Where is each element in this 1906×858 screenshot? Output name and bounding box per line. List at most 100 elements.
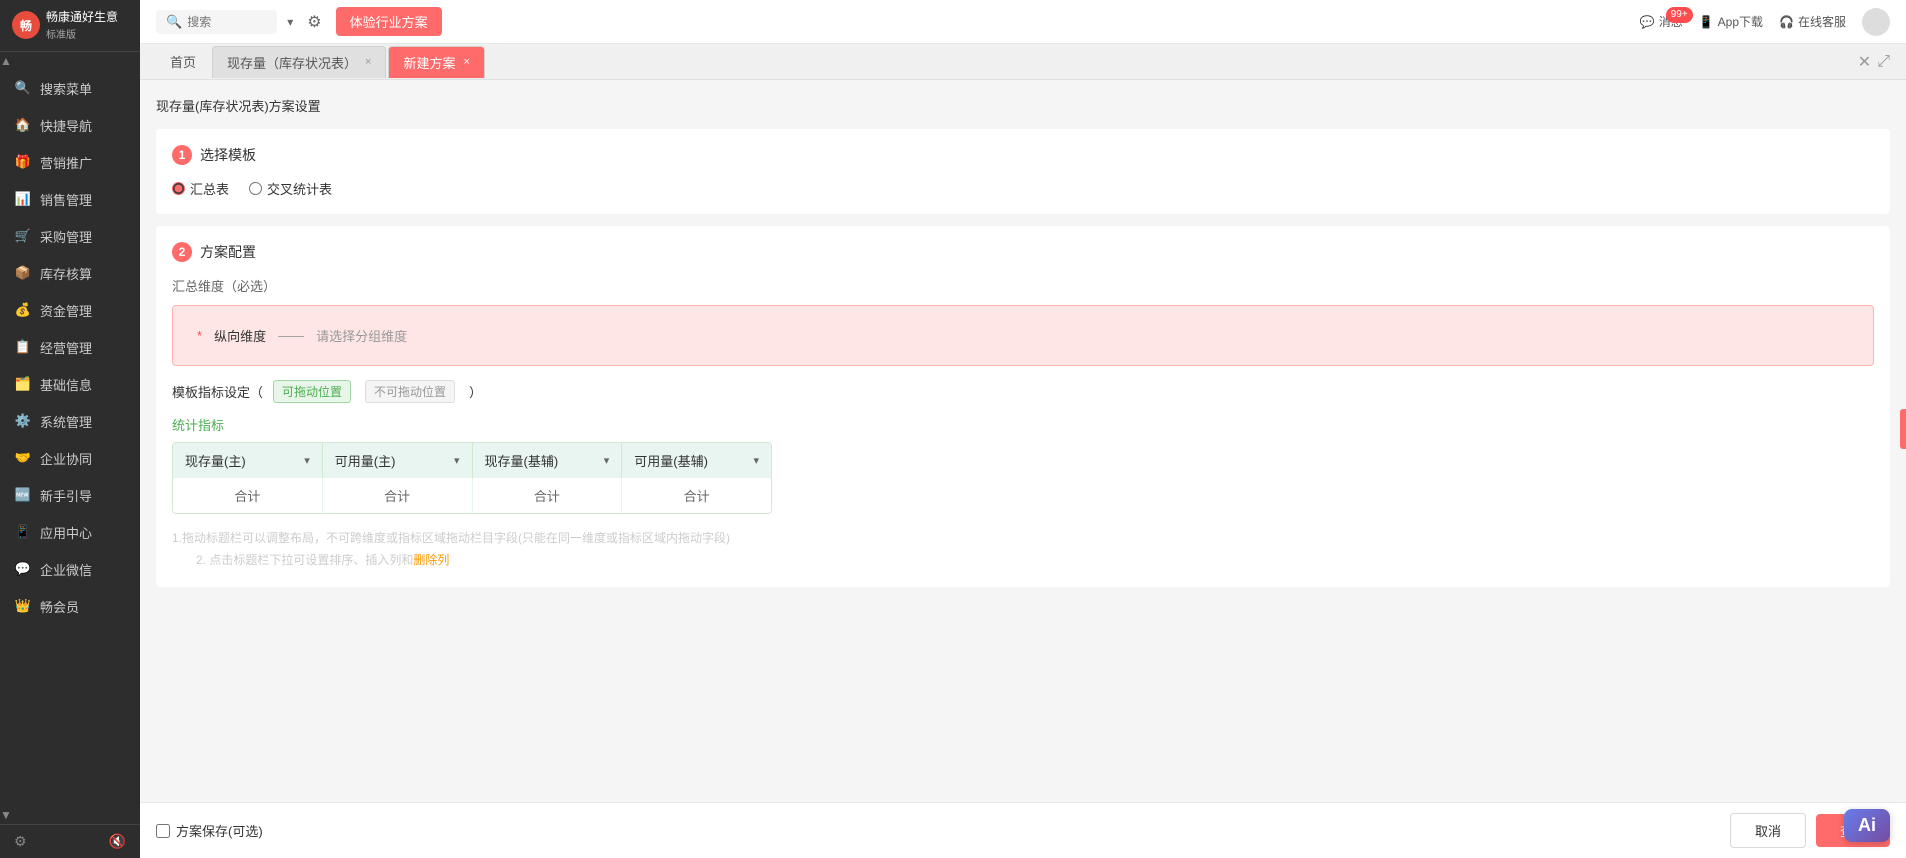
sidebar-scroll-up[interactable]: ▲ [0,52,140,70]
sidebar-item-inventory[interactable]: 📦 库存核算 [0,255,140,292]
message-badge: 99+ [1666,7,1693,23]
indicator-settings: 模板指标设定（ 可拖动位置 不可拖动位置 ） [172,380,1874,403]
section2-header: 2 方案配置 [172,242,1874,262]
sidebar-item-finance[interactable]: 💰 资金管理 [0,292,140,329]
tab-inventory-close[interactable]: × [365,56,371,68]
tab-close-all-icon[interactable]: ✕ [1858,52,1871,72]
section2-number: 2 [172,242,192,262]
stats-col-3-label: 可用量(基辅) [634,451,708,470]
topbar-settings-icon[interactable]: ⚙ [307,12,321,32]
stats-col-3[interactable]: 可用量(基辅) ▾ [622,443,771,478]
sidebar-item-quick-nav[interactable]: 🏠 快捷导航 [0,107,140,144]
sidebar-item-label: 销售管理 [40,190,92,209]
radio-summary-input[interactable] [172,182,185,195]
dimension-dash: —— [278,328,304,343]
sidebar-item-label: 经营管理 [40,338,92,357]
radio-cross-label: 交叉统计表 [267,179,332,198]
sidebar-item-label: 搜索菜单 [40,79,92,98]
sidebar-item-app-center[interactable]: 📱 应用中心 [0,514,140,551]
sidebar-item-search-menu[interactable]: 🔍 搜索菜单 [0,70,140,107]
tab-home[interactable]: 首页 [156,46,210,77]
bottom-bar: 方案保存(可选) 取消 查询 [140,802,1906,858]
message-icon: 💬 [1640,15,1655,29]
sidebar-item-label: 营销推广 [40,153,92,172]
stats-col-2[interactable]: 现存量(基辅) ▾ [473,443,623,478]
sidebar-item-membership[interactable]: 👑 畅会员 [0,588,140,625]
online-service-label: 在线客服 [1798,13,1846,30]
cancel-button[interactable]: 取消 [1730,813,1806,848]
search-menu-icon: 🔍 [14,79,32,97]
trial-button[interactable]: 体验行业方案 [336,7,442,36]
required-mark: * [197,328,202,343]
radio-cross[interactable]: 交叉统计表 [249,179,332,198]
topbar-dropdown[interactable]: ▾ [287,15,293,29]
topbar: 🔍 ▾ ⚙ 体验行业方案 💬 消息 99+ 📱 App下载 🎧 在线客服 [140,0,1906,44]
col-2-arrow: ▾ [604,454,610,467]
stats-cell-0: 合计 [173,478,323,513]
radio-cross-input[interactable] [249,182,262,195]
aggregate-label: 汇总维度（必选） [172,276,1874,295]
online-service-button[interactable]: 🎧 在线客服 [1779,13,1846,30]
ai-badge[interactable]: Ai [1844,809,1890,842]
sales-icon: 📊 [14,190,32,208]
marketing-icon: 🎁 [14,153,32,171]
sidebar-bottom: ⚙ 🔇 [0,824,140,858]
download-icon: 📱 [1699,15,1714,29]
app-download-label: App下载 [1718,13,1763,30]
stats-cell-2: 合计 [473,478,623,513]
tip2-text: 2. 点击标题栏下拉可设置排序、插入列和 [172,553,413,567]
sidebar-mute-icon[interactable]: 🔇 [109,833,126,850]
tab-new-plan-close[interactable]: × [463,56,469,68]
sidebar-item-label: 企业协同 [40,449,92,468]
sidebar-item-label: 新手引导 [40,486,92,505]
resize-handle[interactable] [1900,409,1906,449]
content-area: 现存量(库存状况表)方案设置 1 选择模板 汇总表 交叉统计表 2 [140,80,1906,802]
sidebar-item-purchase[interactable]: 🛒 采购管理 [0,218,140,255]
tip2: 2. 点击标题栏下拉可设置排序、插入列和删除列 [172,550,1874,572]
tabbar: 首页 现存量（库存状况表） × 新建方案 × ✕ ⤢ [140,44,1906,80]
stats-col-1[interactable]: 可用量(主) ▾ [323,443,473,478]
tab-inventory-status[interactable]: 现存量（库存状况表） × [212,46,386,78]
col-0-arrow: ▾ [304,454,310,467]
sidebar-item-label: 采购管理 [40,227,92,246]
sidebar-item-basic-info[interactable]: 🗂️ 基础信息 [0,366,140,403]
sidebar-nav: 🔍 搜索菜单 🏠 快捷导航 🎁 营销推广 📊 销售管理 🛒 采购管理 📦 库存核… [0,70,140,806]
sidebar-item-sales[interactable]: 📊 销售管理 [0,181,140,218]
sidebar-settings-icon[interactable]: ⚙ [14,833,27,850]
stats-cell-3: 合计 [622,478,771,513]
dimension-box[interactable]: * 纵向维度 —— 请选择分组维度 [172,305,1874,366]
save-option[interactable]: 方案保存(可选) [156,821,263,840]
operations-icon: 📋 [14,338,32,356]
topbar-search-box[interactable]: 🔍 [156,10,277,34]
app-download-button[interactable]: 📱 App下载 [1699,13,1763,30]
stats-table-body: 合计 合计 合计 合计 [173,478,771,513]
message-button[interactable]: 💬 消息 99+ [1640,13,1683,30]
search-input[interactable] [187,15,267,29]
sidebar-item-system[interactable]: ⚙️ 系统管理 [0,403,140,440]
radio-summary[interactable]: 汇总表 [172,179,229,198]
tab-home-label: 首页 [170,52,196,71]
tips-section: 1.拖动标题栏可以调整布局，不可跨维度或指标区域拖动栏目字段(只能在同一维度或指… [172,528,1874,571]
sidebar-item-cooperation[interactable]: 🤝 企业协同 [0,440,140,477]
stats-col-1-label: 可用量(主) [335,451,396,470]
save-checkbox[interactable] [156,824,170,838]
tab-new-plan[interactable]: 新建方案 × [388,46,484,78]
stats-col-2-label: 现存量(基辅) [485,451,559,470]
stats-col-0[interactable]: 现存量(主) ▾ [173,443,323,478]
sidebar-item-marketing[interactable]: 🎁 营销推广 [0,144,140,181]
service-icon: 🎧 [1779,15,1794,29]
sidebar-item-wechat[interactable]: 💬 企业微信 [0,551,140,588]
section-template: 1 选择模板 汇总表 交叉统计表 [156,129,1890,214]
tab-expand-icon[interactable]: ⤢ [1877,53,1890,71]
section2-title: 方案配置 [200,242,256,262]
indicator-settings-label: 模板指标设定（ [172,382,263,401]
basic-info-icon: 🗂️ [14,375,32,393]
new-guide-icon: 🆕 [14,486,32,504]
sidebar-item-label: 企业微信 [40,560,92,579]
sidebar-scroll-down[interactable]: ▼ [0,806,140,824]
section1-number: 1 [172,145,192,165]
user-avatar[interactable] [1862,8,1890,36]
sidebar-item-label: 资金管理 [40,301,92,320]
sidebar-item-new-guide[interactable]: 🆕 新手引导 [0,477,140,514]
sidebar-item-operations[interactable]: 📋 经营管理 [0,329,140,366]
